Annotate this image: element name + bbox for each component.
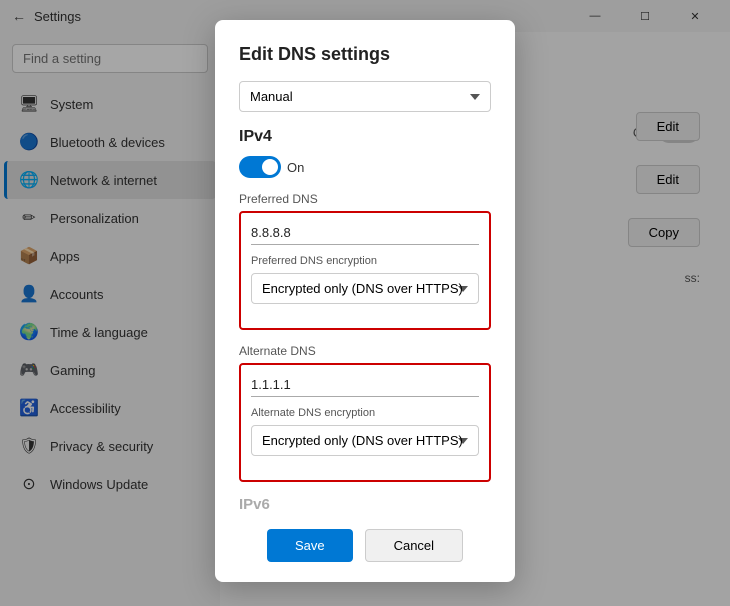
preferred-encryption-select[interactable]: Encrypted only (DNS over HTTPS) Encrypte… (251, 273, 479, 304)
alternate-dns-label: Alternate DNS (239, 344, 491, 358)
preferred-encryption-label: Preferred DNS encryption (251, 255, 479, 267)
ipv4-toggle-label: On (287, 160, 304, 175)
preferred-dns-box: Preferred DNS encryption Encrypted only … (239, 211, 491, 330)
alternate-encryption-select[interactable]: Encrypted only (DNS over HTTPS) Encrypte… (251, 425, 479, 456)
ipv6-section-title: IPv6 (239, 496, 491, 513)
alternate-dns-box: Alternate DNS encryption Encrypted only … (239, 363, 491, 482)
cancel-button[interactable]: Cancel (365, 529, 463, 562)
dialog-title: Edit DNS settings (239, 44, 491, 65)
dns-mode-select[interactable]: Manual Automatic (239, 81, 491, 112)
preferred-dns-label: Preferred DNS (239, 192, 491, 206)
ipv4-toggle[interactable] (239, 156, 281, 178)
ipv4-section-title: IPv4 (239, 128, 491, 146)
dns-dialog: Edit DNS settings Manual Automatic IPv4 … (215, 20, 515, 582)
ipv4-toggle-row: On (239, 156, 491, 178)
alternate-dns-input[interactable] (251, 373, 479, 397)
alternate-encryption-label: Alternate DNS encryption (251, 407, 479, 419)
dialog-footer: Save Cancel (239, 529, 491, 562)
save-button[interactable]: Save (267, 529, 353, 562)
modal-overlay: Edit DNS settings Manual Automatic IPv4 … (0, 0, 730, 606)
preferred-dns-input[interactable] (251, 221, 479, 245)
